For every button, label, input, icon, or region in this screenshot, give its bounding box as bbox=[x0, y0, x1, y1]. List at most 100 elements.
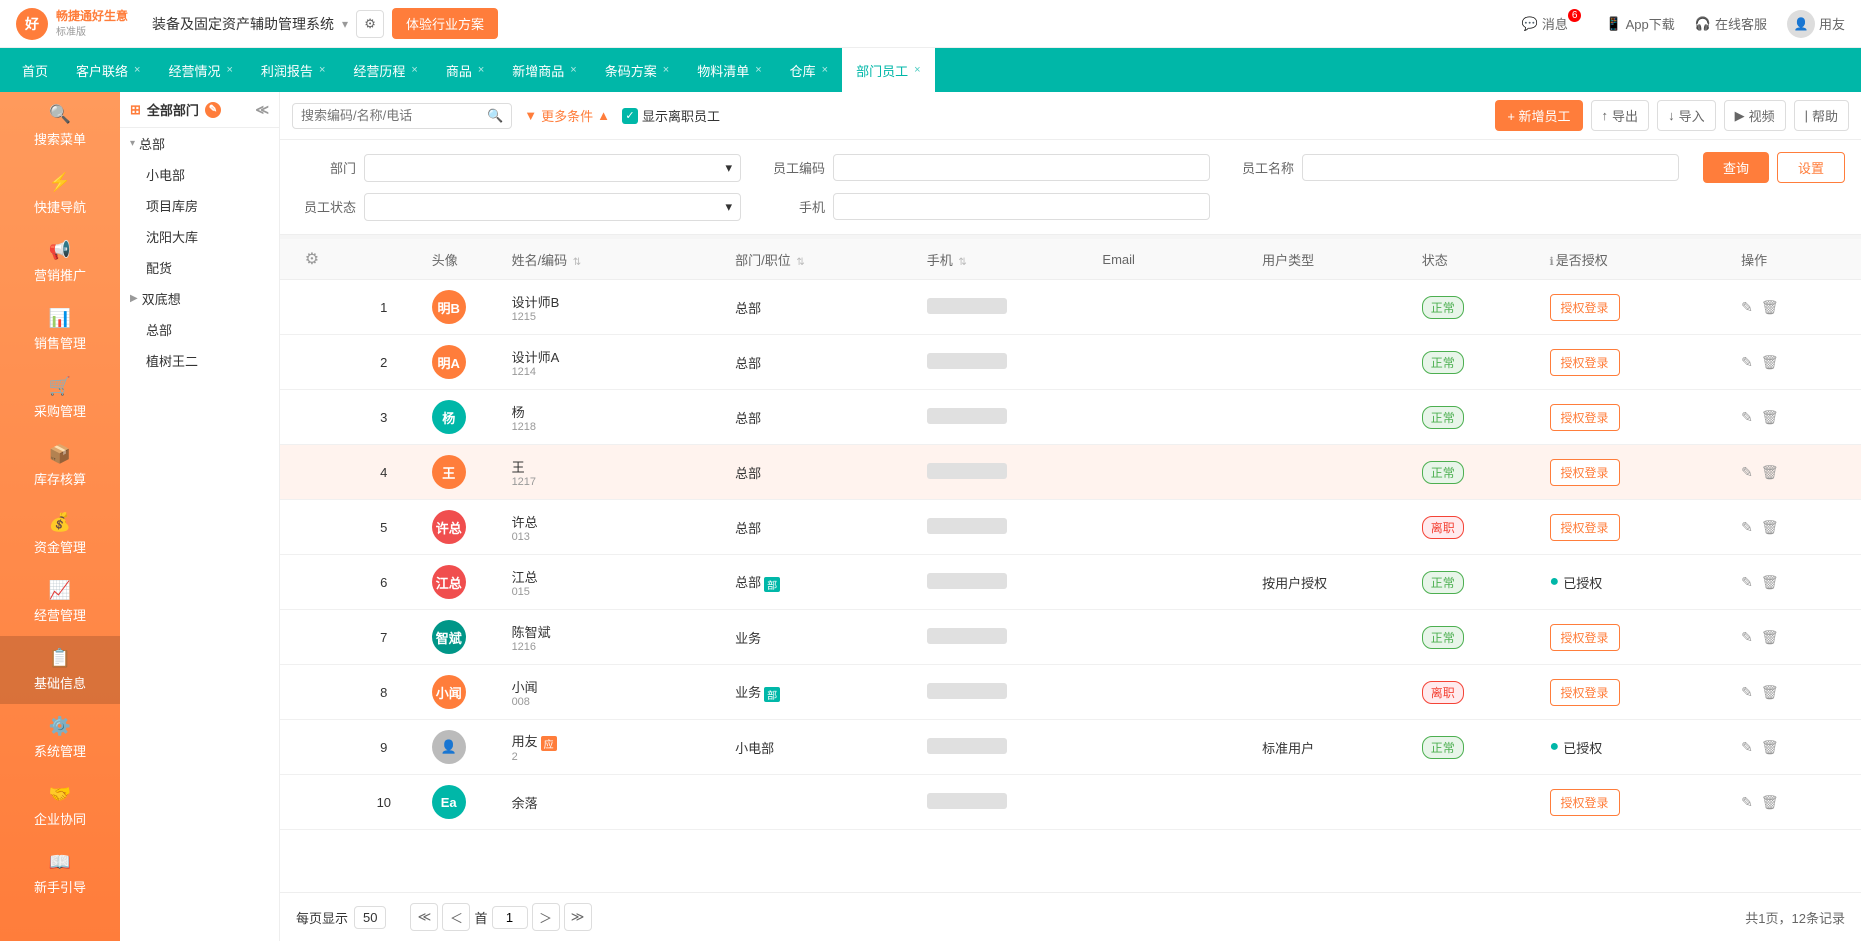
view-btn[interactable]: ▶ 视频 bbox=[1724, 100, 1786, 131]
page-size-value[interactable]: 50 bbox=[354, 906, 386, 929]
message-btn[interactable]: 💬 消息 6 bbox=[1522, 14, 1586, 33]
dept-node-project[interactable]: 项目库房 bbox=[120, 190, 279, 221]
filter-emp-name-input[interactable] bbox=[1302, 154, 1679, 181]
delete-btn[interactable]: 🗑 bbox=[1761, 299, 1779, 316]
tab-operation[interactable]: 经营情况 × bbox=[154, 48, 246, 92]
tab-barcode[interactable]: 条码方案 × bbox=[591, 48, 683, 92]
add-employee-btn[interactable]: + 新增员工 bbox=[1495, 100, 1582, 131]
tab-customer[interactable]: 客户联络 × bbox=[62, 48, 154, 92]
app-download-btn[interactable]: 📱 App下载 bbox=[1605, 14, 1674, 33]
edit-btn[interactable]: ✎ bbox=[1741, 409, 1753, 426]
auth-login-btn[interactable]: 授权登录 bbox=[1550, 679, 1620, 706]
nav-item-marketing[interactable]: 📢 营销推广 bbox=[0, 228, 120, 296]
edit-btn[interactable]: ✎ bbox=[1741, 464, 1753, 481]
delete-btn[interactable]: 🗑 bbox=[1761, 354, 1779, 371]
delete-btn[interactable]: 🗑 bbox=[1761, 794, 1779, 811]
edit-btn[interactable]: ✎ bbox=[1741, 684, 1753, 701]
edit-btn[interactable]: ✎ bbox=[1741, 299, 1753, 316]
nav-item-shortcut[interactable]: ⚡ 快捷导航 bbox=[0, 160, 120, 228]
filter-status-select[interactable]: ▾ bbox=[364, 193, 741, 221]
tab-close-add-goods[interactable]: × bbox=[570, 64, 576, 76]
auth-login-btn[interactable]: 授权登录 bbox=[1550, 514, 1620, 541]
auth-login-btn[interactable]: 授权登录 bbox=[1550, 294, 1620, 321]
gear-button[interactable]: ⚙ bbox=[356, 10, 384, 38]
last-page-btn[interactable]: ≫ bbox=[564, 903, 592, 931]
query-btn[interactable]: 查询 bbox=[1703, 152, 1769, 183]
search-input[interactable] bbox=[301, 108, 481, 123]
nav-item-guide[interactable]: 📖 新手引导 bbox=[0, 840, 120, 908]
delete-btn[interactable]: 🗑 bbox=[1761, 409, 1779, 426]
tab-close-history[interactable]: × bbox=[411, 64, 417, 76]
dept-node-small-electric[interactable]: 小电部 bbox=[120, 159, 279, 190]
show-dimission-toggle[interactable]: ✓ 显示离职员工 bbox=[622, 106, 720, 125]
edit-btn[interactable]: ✎ bbox=[1741, 629, 1753, 646]
dept-node-peihua[interactable]: 配货 bbox=[120, 252, 279, 283]
tab-close-dept[interactable]: × bbox=[914, 64, 920, 76]
nav-item-finance[interactable]: 💰 资金管理 bbox=[0, 500, 120, 568]
delete-btn[interactable]: 🗑 bbox=[1761, 574, 1779, 591]
dept-edit-icon[interactable]: ✎ bbox=[205, 102, 221, 118]
prev-page-btn[interactable]: ＜ bbox=[442, 903, 470, 931]
search-icon[interactable]: 🔍 bbox=[487, 108, 503, 124]
filter-dept-select[interactable]: ▾ bbox=[364, 154, 741, 182]
nav-item-inventory[interactable]: 📦 库存核算 bbox=[0, 432, 120, 500]
auth-login-btn[interactable]: 授权登录 bbox=[1550, 459, 1620, 486]
tab-profit[interactable]: 利润报告 × bbox=[247, 48, 339, 92]
auth-login-btn[interactable]: 授权登录 bbox=[1550, 789, 1620, 816]
tab-close-profit[interactable]: × bbox=[319, 64, 325, 76]
tab-add-goods[interactable]: 新增商品 × bbox=[498, 48, 590, 92]
settings-icon[interactable]: ⚙ bbox=[305, 251, 319, 268]
tab-close-bom[interactable]: × bbox=[755, 64, 761, 76]
nav-item-collab[interactable]: 🤝 企业协同 bbox=[0, 772, 120, 840]
help-btn[interactable]: | 帮助 bbox=[1794, 100, 1849, 131]
edit-btn[interactable]: ✎ bbox=[1741, 739, 1753, 756]
dept-node-shenyang[interactable]: 沈阳大库 bbox=[120, 221, 279, 252]
more-filter-btn[interactable]: ▼ 更多条件 ▲ bbox=[524, 106, 610, 125]
auth-login-btn[interactable]: 授权登录 bbox=[1550, 404, 1620, 431]
delete-btn[interactable]: 🗑 bbox=[1761, 684, 1779, 701]
tab-goods[interactable]: 商品 × bbox=[432, 48, 498, 92]
dept-collapse-btn[interactable]: ≪ bbox=[255, 102, 269, 118]
export-btn[interactable]: ↑ 导出 bbox=[1591, 100, 1650, 131]
delete-btn[interactable]: 🗑 bbox=[1761, 629, 1779, 646]
edit-btn[interactable]: ✎ bbox=[1741, 794, 1753, 811]
nav-item-sales[interactable]: 📊 销售管理 bbox=[0, 296, 120, 364]
edit-btn[interactable]: ✎ bbox=[1741, 519, 1753, 536]
online-service-btn[interactable]: 🎧 在线客服 bbox=[1695, 14, 1767, 33]
tab-warehouse[interactable]: 仓库 × bbox=[776, 48, 842, 92]
dept-node-planting[interactable]: 植树王二 bbox=[120, 345, 279, 376]
dept-node-general[interactable]: ▾ 总部 bbox=[120, 128, 279, 159]
tab-bom[interactable]: 物料清单 × bbox=[683, 48, 775, 92]
tab-history[interactable]: 经营历程 × bbox=[339, 48, 431, 92]
user-avatar-area[interactable]: 👤 用友 bbox=[1787, 10, 1845, 38]
tab-home[interactable]: 首页 bbox=[8, 48, 62, 92]
edit-btn[interactable]: ✎ bbox=[1741, 354, 1753, 371]
nav-item-basic[interactable]: 📋 基础信息 bbox=[0, 636, 120, 704]
col-dept[interactable]: 部门/职位 ⇅ bbox=[727, 239, 919, 280]
setting-btn[interactable]: 设置 bbox=[1777, 152, 1845, 183]
dept-node-headquarter[interactable]: 总部 bbox=[120, 314, 279, 345]
tab-close-goods[interactable]: × bbox=[478, 64, 484, 76]
page-input[interactable] bbox=[492, 906, 528, 929]
auth-login-btn[interactable]: 授权登录 bbox=[1550, 349, 1620, 376]
dept-node-double[interactable]: ▶ 双底想 bbox=[120, 283, 279, 314]
delete-btn[interactable]: 🗑 bbox=[1761, 739, 1779, 756]
col-phone[interactable]: 手机 ⇅ bbox=[919, 239, 1095, 280]
tab-dept-staff[interactable]: 部门员工 × bbox=[842, 48, 934, 92]
tab-close-barcode[interactable]: × bbox=[663, 64, 669, 76]
import-btn[interactable]: ↓ 导入 bbox=[1657, 100, 1716, 131]
nav-item-operation[interactable]: 📈 经营管理 bbox=[0, 568, 120, 636]
delete-btn[interactable]: 🗑 bbox=[1761, 464, 1779, 481]
nav-item-system[interactable]: ⚙️ 系统管理 bbox=[0, 704, 120, 772]
tab-close-operation[interactable]: × bbox=[226, 64, 232, 76]
next-page-btn[interactable]: ＞ bbox=[532, 903, 560, 931]
nav-item-search[interactable]: 🔍 搜索菜单 bbox=[0, 92, 120, 160]
nav-item-purchase[interactable]: 🛒 采购管理 bbox=[0, 364, 120, 432]
delete-btn[interactable]: 🗑 bbox=[1761, 519, 1779, 536]
edit-btn[interactable]: ✎ bbox=[1741, 574, 1753, 591]
auth-login-btn[interactable]: 授权登录 bbox=[1550, 624, 1620, 651]
experience-btn[interactable]: 体验行业方案 bbox=[392, 8, 498, 39]
first-page-btn[interactable]: ≪ bbox=[410, 903, 438, 931]
filter-phone-input[interactable] bbox=[833, 193, 1210, 220]
tab-close-customer[interactable]: × bbox=[134, 64, 140, 76]
